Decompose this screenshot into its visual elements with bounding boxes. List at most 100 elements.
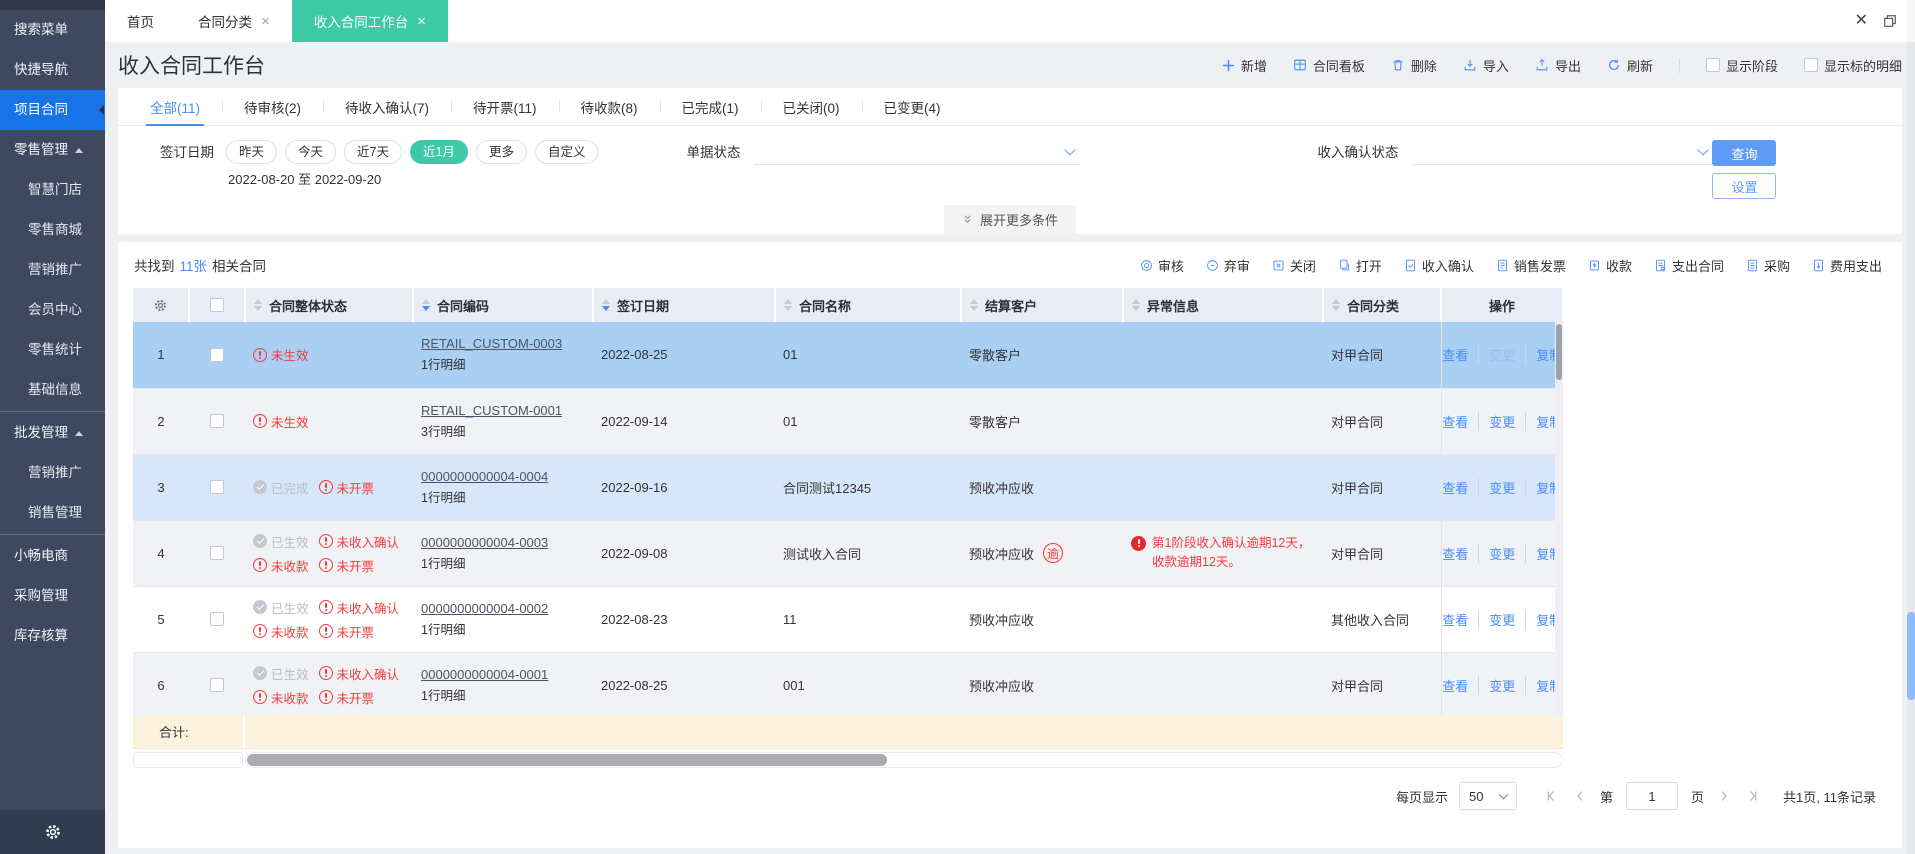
sidebar-item-project-contract[interactable]: 项目合同 — [0, 90, 105, 130]
change-link[interactable]: 变更 — [1478, 609, 1525, 629]
contract-code-link[interactable]: 0000000000004-0002 — [421, 601, 548, 616]
audit-button[interactable]: 审核 — [1140, 256, 1184, 275]
search-button[interactable]: 查询 — [1712, 140, 1777, 166]
income-status-select[interactable] — [1412, 140, 1713, 165]
sidebar-item-marketing-retail[interactable]: 营销推广 — [0, 250, 105, 290]
col-sign-date[interactable]: 签订日期 — [593, 288, 776, 322]
status-tab-completed[interactable]: 已完成(1) — [659, 88, 761, 125]
select-all-checkbox[interactable] — [189, 288, 246, 322]
col-contract-name[interactable]: 合同名称 — [775, 288, 962, 322]
checkbox-icon[interactable] — [1803, 58, 1818, 72]
unaudit-button[interactable]: 弃审 — [1206, 256, 1250, 275]
horizontal-scrollbar-thumb[interactable] — [247, 754, 887, 766]
vertical-scrollbar[interactable] — [1555, 322, 1563, 715]
contract-code-link[interactable]: RETAIL_CUSTOM-0003 — [421, 336, 562, 351]
import-button[interactable]: 导入 — [1463, 56, 1509, 75]
col-contract-code[interactable]: 合同编码 — [413, 288, 594, 322]
row-checkbox[interactable] — [189, 586, 245, 653]
tab-home[interactable]: 首页 — [105, 0, 176, 42]
row-checkbox[interactable] — [189, 520, 245, 587]
page-scrollbar[interactable] — [1907, 0, 1915, 854]
checkbox-icon[interactable] — [210, 480, 224, 494]
contract-board-button[interactable]: 合同看板 — [1293, 56, 1365, 75]
doc-status-select[interactable] — [754, 140, 1080, 165]
checkbox-icon[interactable] — [1705, 58, 1720, 72]
status-tab-pending-invoice[interactable]: 待开票(11) — [451, 88, 559, 125]
show-stage-checkbox[interactable]: 显示阶段 — [1705, 56, 1778, 75]
close-tab-icon[interactable]: × — [261, 14, 270, 29]
col-abnormal-info[interactable]: 异常信息 — [1123, 288, 1324, 322]
open-contract-button[interactable]: 打开 — [1338, 256, 1382, 275]
status-tab-all[interactable]: 全部(11) — [128, 88, 222, 126]
sidebar-item-sales-mgmt[interactable]: 销售管理 — [0, 493, 105, 533]
column-settings-header[interactable] — [133, 288, 190, 322]
sidebar-item-base-info[interactable]: 基础信息 — [0, 370, 105, 410]
table-row[interactable]: 6 已生效 未收入确认 未收款 未开票 0000000000004-0001 1行… — [133, 652, 1563, 715]
sidebar-item-member-center[interactable]: 会员中心 — [0, 290, 105, 330]
purchase-button[interactable]: 采购 — [1746, 256, 1790, 275]
close-tab-icon[interactable]: × — [417, 14, 426, 29]
pill-last7days[interactable]: 近7天 — [344, 140, 402, 164]
first-page-icon[interactable] — [1542, 787, 1560, 805]
pill-yesterday[interactable]: 昨天 — [226, 140, 278, 164]
sort-icon[interactable] — [784, 299, 792, 311]
change-link[interactable]: 变更 — [1478, 675, 1525, 695]
contract-code-link[interactable]: 0000000000004-0003 — [421, 535, 548, 550]
sidebar-item-marketing-wholesale[interactable]: 营销推广 — [0, 453, 105, 493]
add-button[interactable]: 新增 — [1222, 56, 1267, 75]
checkbox-icon[interactable] — [210, 612, 224, 626]
expand-more-button[interactable]: 展开更多条件 — [943, 205, 1076, 234]
change-link[interactable]: 变更 — [1478, 543, 1525, 563]
restore-window-icon[interactable] — [1883, 14, 1897, 28]
sort-icon[interactable] — [602, 299, 610, 311]
table-row[interactable]: 5 已生效 未收入确认 未收款 未开票 0000000000004-0002 1行… — [133, 586, 1563, 653]
view-link[interactable]: 查看 — [1432, 676, 1478, 695]
tab-income-contract-workbench[interactable]: 收入合同工作台 × — [291, 0, 449, 42]
sidebar-item-purchase-mgmt[interactable]: 采购管理 — [0, 576, 105, 616]
sidebar-item-retail-mgmt[interactable]: 零售管理 — [0, 130, 105, 170]
col-overall-status[interactable]: 合同整体状态 — [245, 288, 414, 322]
status-tab-pending-receipt[interactable]: 待收款(8) — [558, 88, 660, 125]
pill-more[interactable]: 更多 — [475, 140, 527, 164]
row-checkbox[interactable] — [189, 388, 245, 455]
status-tab-pending-income-confirm[interactable]: 待收入确认(7) — [323, 88, 451, 125]
view-link[interactable]: 查看 — [1432, 345, 1478, 364]
table-row[interactable]: 2 未生效 RETAIL_CUSTOM-0001 3行明细 2022-09-14 … — [133, 388, 1563, 455]
income-confirm-button[interactable]: 收入确认 — [1404, 256, 1474, 275]
pill-last-month[interactable]: 近1月 — [409, 140, 468, 164]
sidebar-item-smart-store[interactable]: 智慧门店 — [0, 170, 105, 210]
view-link[interactable]: 查看 — [1432, 610, 1478, 629]
sort-icon[interactable] — [422, 299, 430, 311]
status-tab-pending-audit[interactable]: 待审核(2) — [222, 88, 323, 125]
contract-code-link[interactable]: 0000000000004-0004 — [421, 469, 548, 484]
view-link[interactable]: 查看 — [1432, 412, 1478, 431]
tab-contract-category[interactable]: 合同分类 × — [176, 0, 292, 42]
export-button[interactable]: 导出 — [1535, 56, 1581, 75]
checkbox-icon[interactable] — [210, 298, 224, 312]
sidebar-item-retail-stats[interactable]: 零售统计 — [0, 330, 105, 370]
sidebar-item-quick-nav[interactable]: 快捷导航 — [0, 50, 105, 90]
checkbox-icon[interactable] — [210, 414, 224, 428]
page-number-input[interactable] — [1626, 782, 1679, 810]
refresh-button[interactable]: 刷新 — [1607, 56, 1653, 75]
vertical-scrollbar-thumb[interactable] — [1556, 324, 1562, 380]
sales-invoice-button[interactable]: 销售发票 — [1496, 256, 1566, 275]
sidebar-item-ecommerce[interactable]: 小畅电商 — [0, 536, 105, 576]
expense-contract-button[interactable]: 支出合同 — [1654, 256, 1724, 275]
status-tab-closed[interactable]: 已关闭(0) — [760, 88, 862, 125]
status-tab-changed[interactable]: 已变更(4) — [861, 88, 963, 125]
view-link[interactable]: 查看 — [1432, 544, 1478, 563]
table-row[interactable]: 3 已完成 未开票 0000000000004-0004 1行明细 2022-09… — [133, 454, 1563, 521]
sidebar-settings-button[interactable] — [0, 810, 105, 854]
last-page-icon[interactable] — [1744, 787, 1762, 805]
sidebar-item-search-menu[interactable]: 搜索菜单 — [0, 10, 105, 50]
sidebar-item-wholesale-mgmt[interactable]: 批发管理 — [0, 413, 105, 453]
row-checkbox[interactable] — [189, 322, 245, 389]
settings-button[interactable]: 设置 — [1712, 173, 1777, 199]
pill-custom[interactable]: 自定义 — [534, 140, 599, 164]
page-scrollbar-thumb[interactable] — [1907, 612, 1915, 700]
change-link[interactable]: 变更 — [1478, 345, 1525, 365]
page-size-select[interactable]: 50 — [1459, 782, 1518, 810]
table-row[interactable]: 4 已生效 未收入确认 未收款 未开票 0000000000004-0003 1行… — [133, 520, 1563, 587]
sidebar-item-retail-mall[interactable]: 零售商城 — [0, 210, 105, 250]
